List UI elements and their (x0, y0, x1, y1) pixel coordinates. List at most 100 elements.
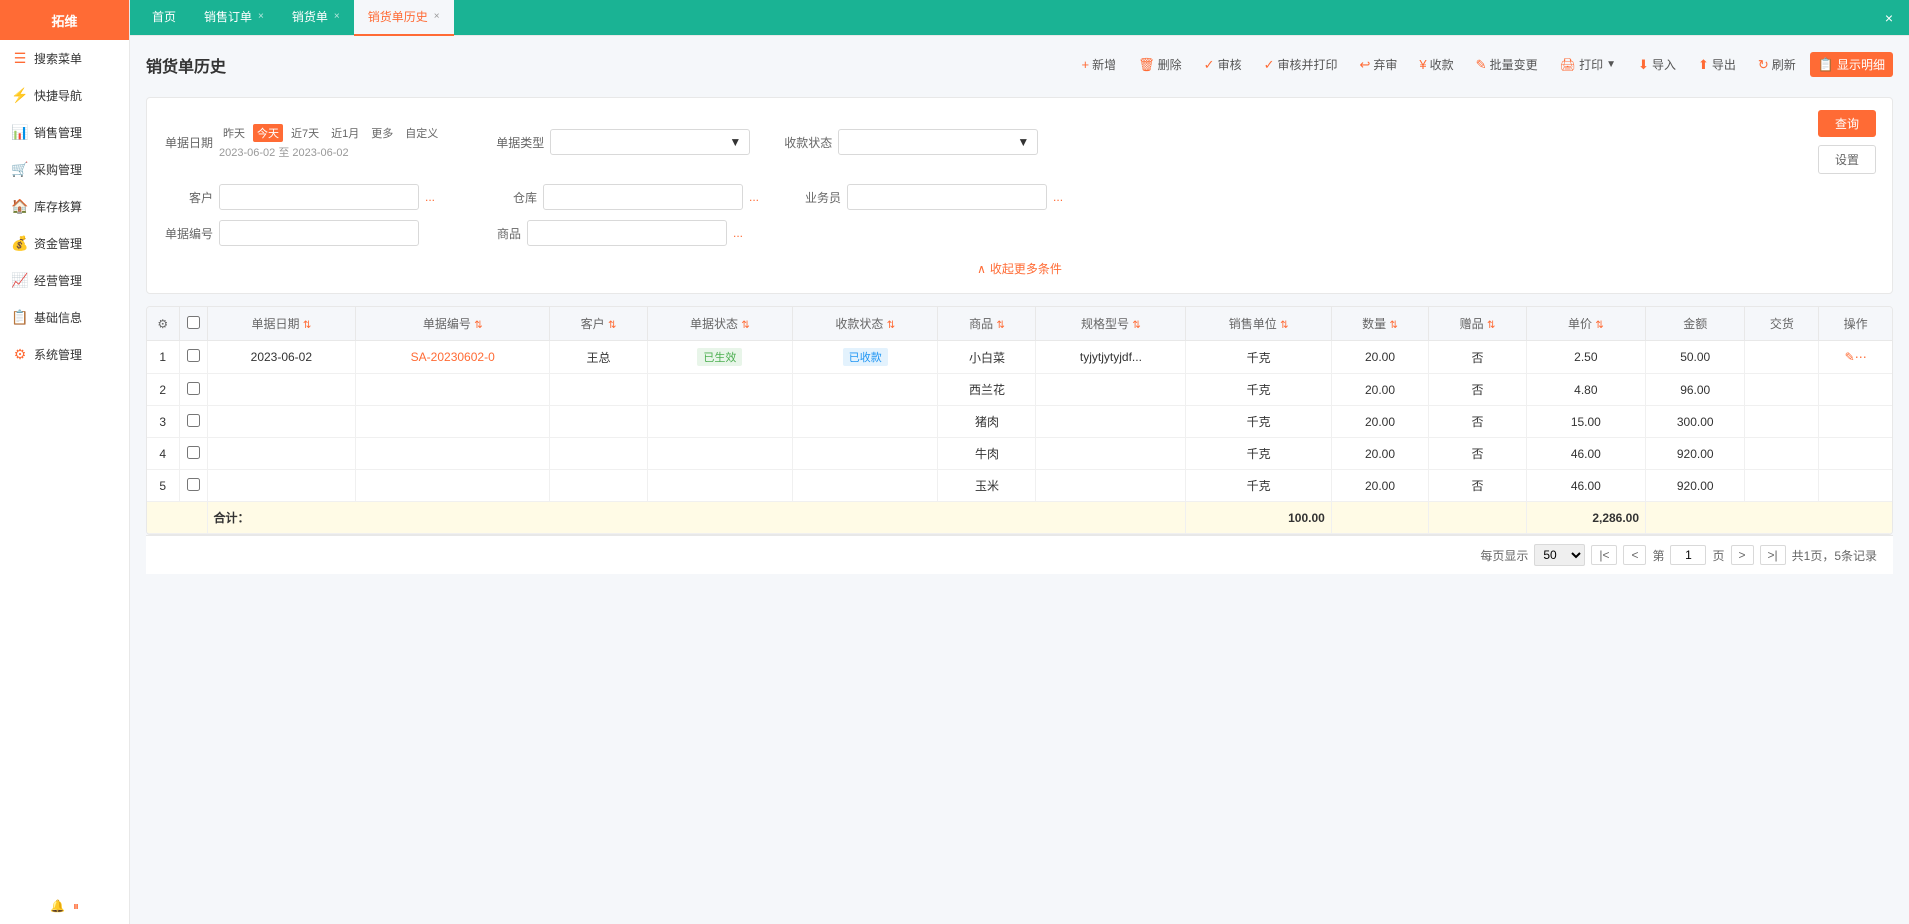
export-icon: ⬆ (1698, 57, 1709, 73)
goods-ellipsis[interactable]: ... (733, 226, 743, 240)
sidebar-item-label: 基础信息 (34, 309, 82, 326)
col-doc-status[interactable]: 单据状态 ⇅ (647, 307, 792, 341)
collect-icon: ¥ (1419, 57, 1426, 72)
cell-action[interactable] (1819, 470, 1892, 502)
query-button[interactable]: 查询 (1818, 110, 1876, 137)
tab-sales-delivery[interactable]: 销货单 × (278, 0, 354, 36)
pause-icon[interactable]: ⏸ (73, 899, 79, 914)
col-checkbox[interactable] (179, 307, 207, 341)
row-checkbox[interactable] (187, 349, 200, 362)
main-close-icon[interactable]: × (1877, 10, 1901, 26)
col-customer[interactable]: 客户 ⇅ (550, 307, 647, 341)
tab-sales-history[interactable]: 销货单历史 × (354, 0, 454, 36)
cell-doc-no[interactable] (356, 374, 550, 406)
col-doc-date[interactable]: 单据日期 ⇅ (207, 307, 356, 341)
next-page-button[interactable]: > (1731, 545, 1754, 565)
more-btn[interactable]: ⋯ (1855, 350, 1867, 364)
goods-input[interactable] (527, 220, 727, 246)
col-sales-unit[interactable]: 销售单位 ⇅ (1186, 307, 1331, 341)
sidebar-item-sales-mgmt[interactable]: 📊 销售管理 (0, 114, 129, 151)
sidebar-item-operations[interactable]: 📈 经营管理 (0, 262, 129, 299)
edit-btn[interactable]: ✎ (1845, 350, 1855, 364)
row-checkbox[interactable] (187, 446, 200, 459)
show-detail-button[interactable]: 📋 显示明细 (1810, 52, 1893, 77)
tab-close-sales-delivery[interactable]: × (334, 11, 340, 22)
batch-change-button[interactable]: ✎ 批量变更 (1468, 52, 1546, 77)
col-settings[interactable]: ⚙ (147, 307, 179, 341)
cell-doc-no[interactable] (356, 470, 550, 502)
date-btn-yesterday[interactable]: 昨天 (219, 124, 249, 142)
cell-goods: 牛肉 (938, 438, 1036, 470)
audit-print-button[interactable]: ✓ 审核并打印 (1256, 52, 1346, 77)
row-checkbox-cell[interactable] (179, 438, 207, 470)
col-spec-type[interactable]: 规格型号 ⇅ (1036, 307, 1186, 341)
abandon-button[interactable]: ↩ 弃审 (1352, 52, 1406, 77)
cell-doc-no[interactable] (356, 438, 550, 470)
notification-icon[interactable]: 🔔 (50, 899, 65, 914)
row-checkbox-cell[interactable] (179, 341, 207, 374)
audit-button[interactable]: ✓ 审核 (1196, 52, 1250, 77)
page-number-input[interactable] (1670, 545, 1706, 565)
date-btn-custom[interactable]: 自定义 (401, 124, 442, 142)
print-button[interactable]: 🖨 打印 ▼ (1552, 52, 1624, 77)
row-checkbox-cell[interactable] (179, 374, 207, 406)
collapse-button[interactable]: ∧ 收起更多条件 (973, 256, 1066, 281)
sidebar-item-system[interactable]: ⚙ 系统管理 (0, 336, 129, 373)
col-payment-status[interactable]: 收款状态 ⇅ (793, 307, 938, 341)
date-btn-7days[interactable]: 近7天 (287, 124, 323, 142)
prev-page-button[interactable]: < (1623, 545, 1646, 565)
payment-status-select[interactable]: ▼ (838, 129, 1038, 155)
col-quantity[interactable]: 数量 ⇅ (1331, 307, 1428, 341)
sidebar-item-purchase-mgmt[interactable]: 🛒 采购管理 (0, 151, 129, 188)
customer-input[interactable] (219, 184, 419, 210)
delete-button[interactable]: 🗑 删除 (1130, 52, 1190, 77)
row-checkbox-cell[interactable] (179, 406, 207, 438)
sidebar-item-inventory[interactable]: 🏠 库存核算 (0, 188, 129, 225)
cell-action[interactable] (1819, 438, 1892, 470)
col-gift[interactable]: 赠品 ⇅ (1429, 307, 1526, 341)
row-checkbox[interactable] (187, 478, 200, 491)
salesperson-ellipsis[interactable]: ... (1053, 190, 1063, 204)
row-checkbox-cell[interactable] (179, 470, 207, 502)
select-all-checkbox[interactable] (187, 316, 200, 329)
warehouse-ellipsis[interactable]: ... (749, 190, 759, 204)
col-doc-no[interactable]: 单据编号 ⇅ (356, 307, 550, 341)
tab-sales-order[interactable]: 销售订单 × (190, 0, 278, 36)
export-button[interactable]: ⬆ 导出 (1690, 52, 1744, 77)
import-button[interactable]: ⬇ 导入 (1630, 52, 1684, 77)
tab-home[interactable]: 首页 (138, 0, 190, 36)
cell-doc-no[interactable]: SA-20230602-0 (356, 341, 550, 374)
tab-close-sales-order[interactable]: × (258, 11, 264, 22)
doc-no-input[interactable] (219, 220, 419, 246)
row-checkbox[interactable] (187, 382, 200, 395)
new-button[interactable]: + 新增 (1074, 52, 1125, 77)
customer-ellipsis[interactable]: ... (425, 190, 435, 204)
col-goods[interactable]: 商品 ⇅ (938, 307, 1036, 341)
salesperson-input[interactable] (847, 184, 1047, 210)
cell-doc-no[interactable] (356, 406, 550, 438)
date-btn-more[interactable]: 更多 (367, 124, 397, 142)
doc-type-select[interactable]: ▼ (550, 129, 750, 155)
set-button[interactable]: 设置 (1818, 145, 1876, 174)
sidebar-item-finance[interactable]: 💰 资金管理 (0, 225, 129, 262)
cell-action[interactable]: ✎⋯ (1819, 341, 1892, 374)
first-page-button[interactable]: |< (1591, 545, 1617, 565)
doc-no-link[interactable]: SA-20230602-0 (411, 350, 495, 364)
doc-no-label: 单据编号 (163, 225, 213, 242)
refresh-button[interactable]: ↻ 刷新 (1750, 52, 1804, 77)
row-num: 3 (147, 406, 179, 438)
sidebar-item-basic-info[interactable]: 📋 基础信息 (0, 299, 129, 336)
tab-close-sales-history[interactable]: × (434, 11, 440, 22)
cell-action[interactable] (1819, 374, 1892, 406)
sidebar-item-quick-nav[interactable]: ⚡ 快捷导航 (0, 77, 129, 114)
collect-button[interactable]: ¥ 收款 (1411, 52, 1461, 77)
row-checkbox[interactable] (187, 414, 200, 427)
warehouse-input[interactable] (543, 184, 743, 210)
date-btn-today[interactable]: 今天 (253, 124, 283, 142)
last-page-button[interactable]: >| (1760, 545, 1786, 565)
cell-action[interactable] (1819, 406, 1892, 438)
date-btn-1month[interactable]: 近1月 (327, 124, 363, 142)
col-unit-price[interactable]: 单价 ⇅ (1526, 307, 1645, 341)
per-page-select[interactable]: 50 100 200 (1534, 544, 1585, 566)
sidebar-item-search-menu[interactable]: ☰ 搜索菜单 (0, 40, 129, 77)
